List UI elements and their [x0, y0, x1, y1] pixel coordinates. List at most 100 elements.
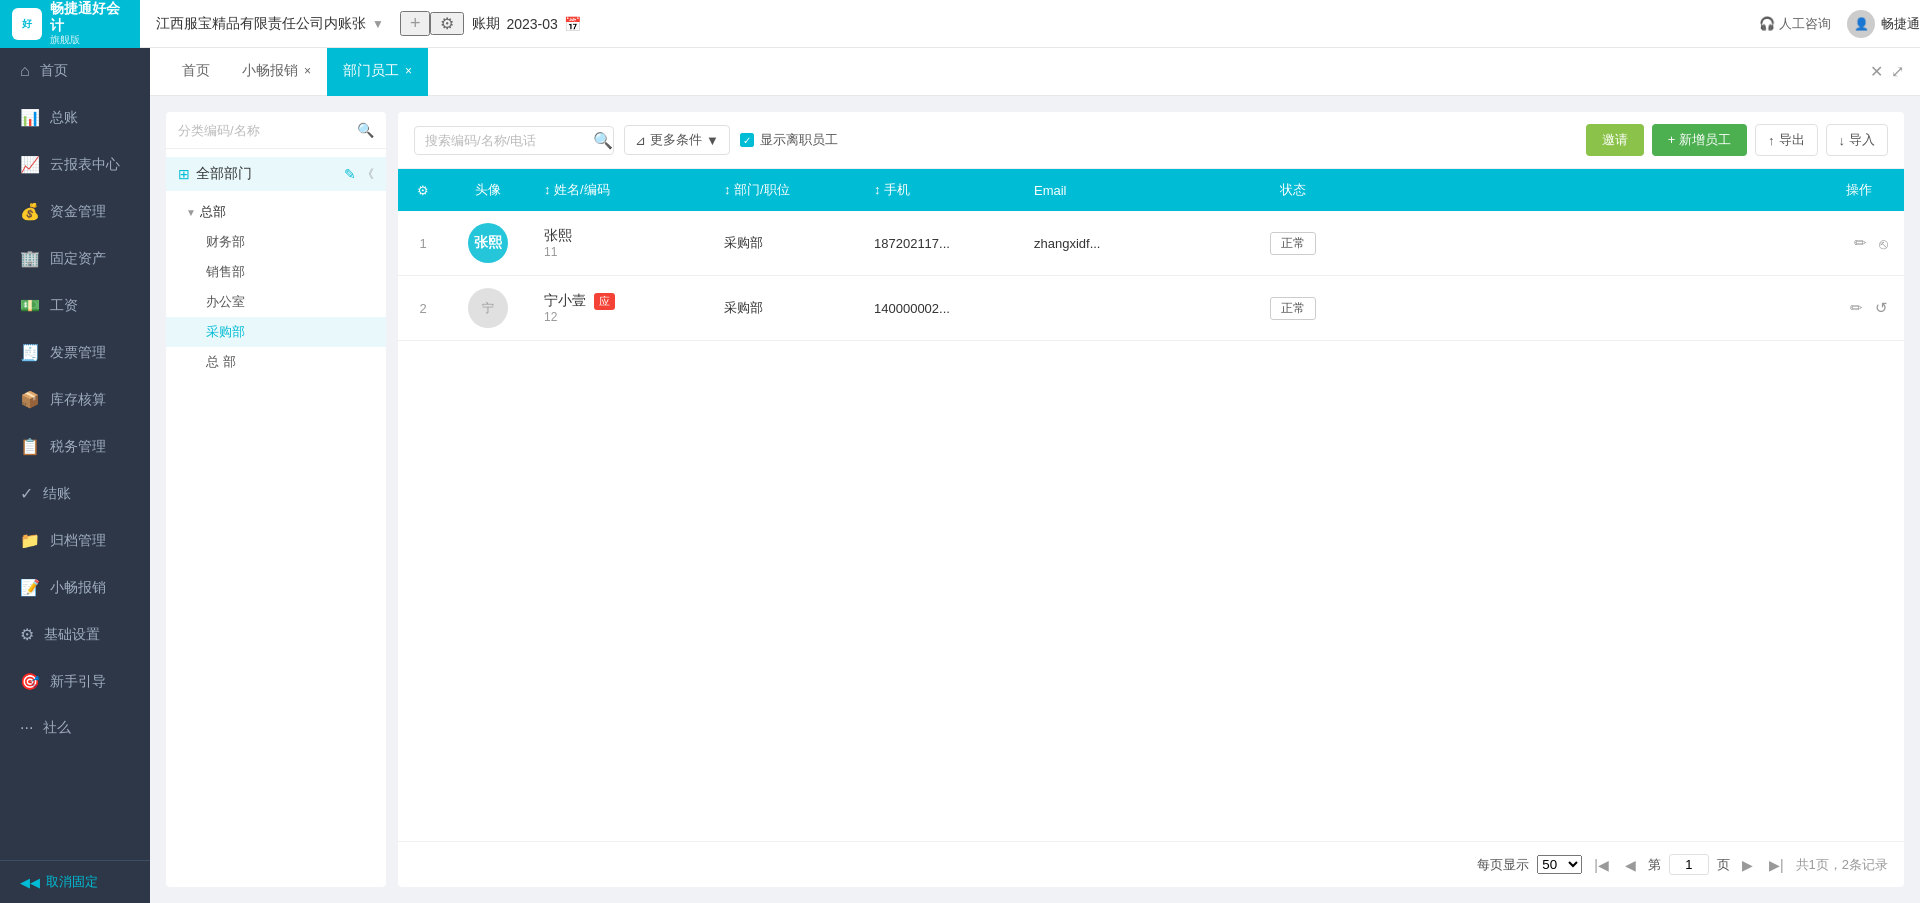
add-company-button[interactable]: + [400, 11, 431, 36]
sidebar-item-closing[interactable]: ✓ 结账 [0, 470, 150, 517]
tab-employee[interactable]: 部门员工 × [327, 48, 428, 96]
sidebar-item-reports[interactable]: 📈 云报表中心 [0, 141, 150, 188]
edit-button[interactable]: ✏ [1854, 234, 1867, 252]
sidebar-item-archive[interactable]: 📁 归档管理 [0, 517, 150, 564]
th-dept-pos[interactable]: ↕ 部门/职位 [708, 169, 858, 211]
checkbox-icon [740, 133, 754, 147]
employee-table: ⚙ 头像 ↕ 姓名/编码 ↕ 部门/职位 ↕ 手机 [398, 169, 1904, 341]
sidebar-item-assets[interactable]: 🏢 固定资产 [0, 235, 150, 282]
sidebar-item-expense[interactable]: 📝 小畅报销 [0, 564, 150, 611]
tax-icon: 📋 [20, 437, 40, 456]
sidebar-item-tax[interactable]: 📋 税务管理 [0, 423, 150, 470]
sidebar-item-label: 基础设置 [44, 626, 100, 644]
sidebar-item-guide[interactable]: 🎯 新手引导 [0, 658, 150, 705]
unpin-button[interactable]: ◀◀ 取消固定 [0, 860, 150, 903]
tab-home[interactable]: 首页 [166, 48, 226, 96]
export-icon: ↑ [1768, 133, 1775, 148]
tab-expense-close[interactable]: × [304, 64, 311, 78]
show-resigned-label: 显示离职员工 [760, 131, 838, 149]
page-di-label: 第 [1648, 856, 1661, 874]
closing-icon: ✓ [20, 484, 33, 503]
sidebar-item-home[interactable]: ⌂ 首页 [0, 48, 150, 94]
th-phone[interactable]: ↕ 手机 [858, 169, 1018, 211]
status-cell: 正常 [1218, 276, 1368, 341]
export-button[interactable]: ↑ 导出 [1755, 124, 1818, 156]
headset-icon: 🎧 [1759, 16, 1775, 31]
period-selector[interactable]: 账期 2023-03 📅 [464, 15, 588, 33]
tab-close-all-button[interactable]: ✕ [1870, 62, 1883, 81]
dept-group-header-main[interactable]: ▼ 总部 [166, 197, 386, 227]
employee-table-container: ⚙ 头像 ↕ 姓名/编码 ↕ 部门/职位 ↕ 手机 [398, 169, 1904, 841]
all-dept-label: 全部部门 [196, 165, 252, 183]
dept-group-name: 总部 [200, 203, 226, 221]
dept-edit-icon[interactable]: ✎ [344, 166, 356, 182]
service-link[interactable]: 🎧 人工咨询 [1759, 15, 1831, 33]
sidebar-item-label: 首页 [40, 62, 68, 80]
th-settings[interactable]: ⚙ [398, 169, 448, 211]
employee-search-input[interactable] [425, 133, 593, 148]
employee-code: 12 [544, 310, 692, 324]
dept-search-icon[interactable]: 🔍 [357, 122, 374, 138]
dept-child-office[interactable]: 办公室 [166, 287, 386, 317]
dept-child-headquarters[interactable]: 总 部 [166, 347, 386, 377]
filter-icon: ⊿ [635, 133, 646, 148]
settings-button[interactable]: ⚙ [430, 12, 464, 35]
sidebar-item-label: 社么 [43, 719, 71, 737]
add-employee-button[interactable]: + 新增员工 [1652, 124, 1747, 156]
name-code-cell: 宁小壹 应 12 [528, 276, 708, 341]
sidebar-item-settings[interactable]: ⚙ 基础设置 [0, 611, 150, 658]
table-row: 2 宁 宁小壹 应 12 [398, 276, 1904, 341]
sidebar-item-ledger[interactable]: 📊 总账 [0, 94, 150, 141]
reset-button[interactable]: ↺ [1875, 299, 1888, 317]
tab-employee-close[interactable]: × [405, 64, 412, 78]
service-label: 人工咨询 [1779, 15, 1831, 33]
toolbar: 🔍 ⊿ 更多条件 ▼ 显示离职员工 邀请 + 新增员工 [398, 112, 1904, 169]
more-filter-button[interactable]: ⊿ 更多条件 ▼ [624, 125, 730, 155]
tab-expense[interactable]: 小畅报销 × [226, 48, 327, 96]
page-prev-button[interactable]: ◀ [1621, 855, 1640, 875]
unpin-label: 取消固定 [46, 873, 98, 891]
tab-maximize-button[interactable]: ⤢ [1891, 62, 1904, 81]
employee-code: 11 [544, 245, 692, 259]
user-profile[interactable]: 👤 畅捷通 [1847, 10, 1920, 38]
page-size-select[interactable]: 50 10 20 100 [1537, 855, 1582, 874]
page-next-button[interactable]: ▶ [1738, 855, 1757, 875]
page-number-input[interactable] [1669, 854, 1709, 875]
sidebar-item-more[interactable]: ··· 社么 [0, 705, 150, 751]
logo-subtitle: 旗舰版 [50, 33, 128, 47]
tab-controls: ✕ ⤢ [1870, 62, 1904, 81]
show-resigned-checkbox[interactable]: 显示离职员工 [740, 131, 838, 149]
name-code-cell: 张熙 11 [528, 211, 708, 276]
sidebar-item-payroll[interactable]: 💵 工资 [0, 282, 150, 329]
filter-label: 更多条件 [650, 131, 702, 149]
export-label: 导出 [1779, 131, 1805, 149]
sidebar-item-invoice[interactable]: 🧾 发票管理 [0, 329, 150, 376]
badge-should-pay: 应 [594, 293, 615, 310]
search-icon[interactable]: 🔍 [593, 131, 613, 150]
sidebar-item-inventory[interactable]: 📦 库存核算 [0, 376, 150, 423]
company-selector[interactable]: 江西服宝精品有限责任公司内账张 ▼ [140, 15, 400, 33]
edit-button[interactable]: ✏ [1850, 299, 1863, 317]
invite-button[interactable]: 邀请 [1586, 124, 1644, 156]
logout-button[interactable]: ⎋ [1879, 235, 1888, 252]
page-last-button[interactable]: ▶| [1765, 855, 1788, 875]
page-first-button[interactable]: |◀ [1590, 855, 1613, 875]
th-actions: 操作 [1368, 169, 1904, 211]
period-label: 账期 [472, 15, 500, 33]
dept-child-purchase[interactable]: 采购部 [166, 317, 386, 347]
sidebar-item-funds[interactable]: 💰 资金管理 [0, 188, 150, 235]
all-departments[interactable]: ⊞ 全部部门 ✎ 《 [166, 157, 386, 191]
dept-child-finance[interactable]: 财务部 [166, 227, 386, 257]
sidebar-item-label: 小畅报销 [50, 579, 106, 597]
dept-child-sales[interactable]: 销售部 [166, 257, 386, 287]
th-name-code[interactable]: ↕ 姓名/编码 [528, 169, 708, 211]
actions-cell: ✏ ⎋ [1368, 211, 1904, 276]
dept-search-input[interactable] [178, 123, 357, 138]
table-row: 1 张熙 张熙 11 采购部 [398, 211, 1904, 276]
import-label: 导入 [1849, 131, 1875, 149]
content-area: 首页 小畅报销 × 部门员工 × ✕ ⤢ 🔍 [150, 48, 1920, 903]
dept-collapse-icon[interactable]: 《 [362, 166, 374, 183]
dept-label: 销售部 [206, 264, 245, 279]
company-dropdown-icon: ▼ [372, 17, 384, 31]
import-button[interactable]: ↓ 导入 [1826, 124, 1889, 156]
